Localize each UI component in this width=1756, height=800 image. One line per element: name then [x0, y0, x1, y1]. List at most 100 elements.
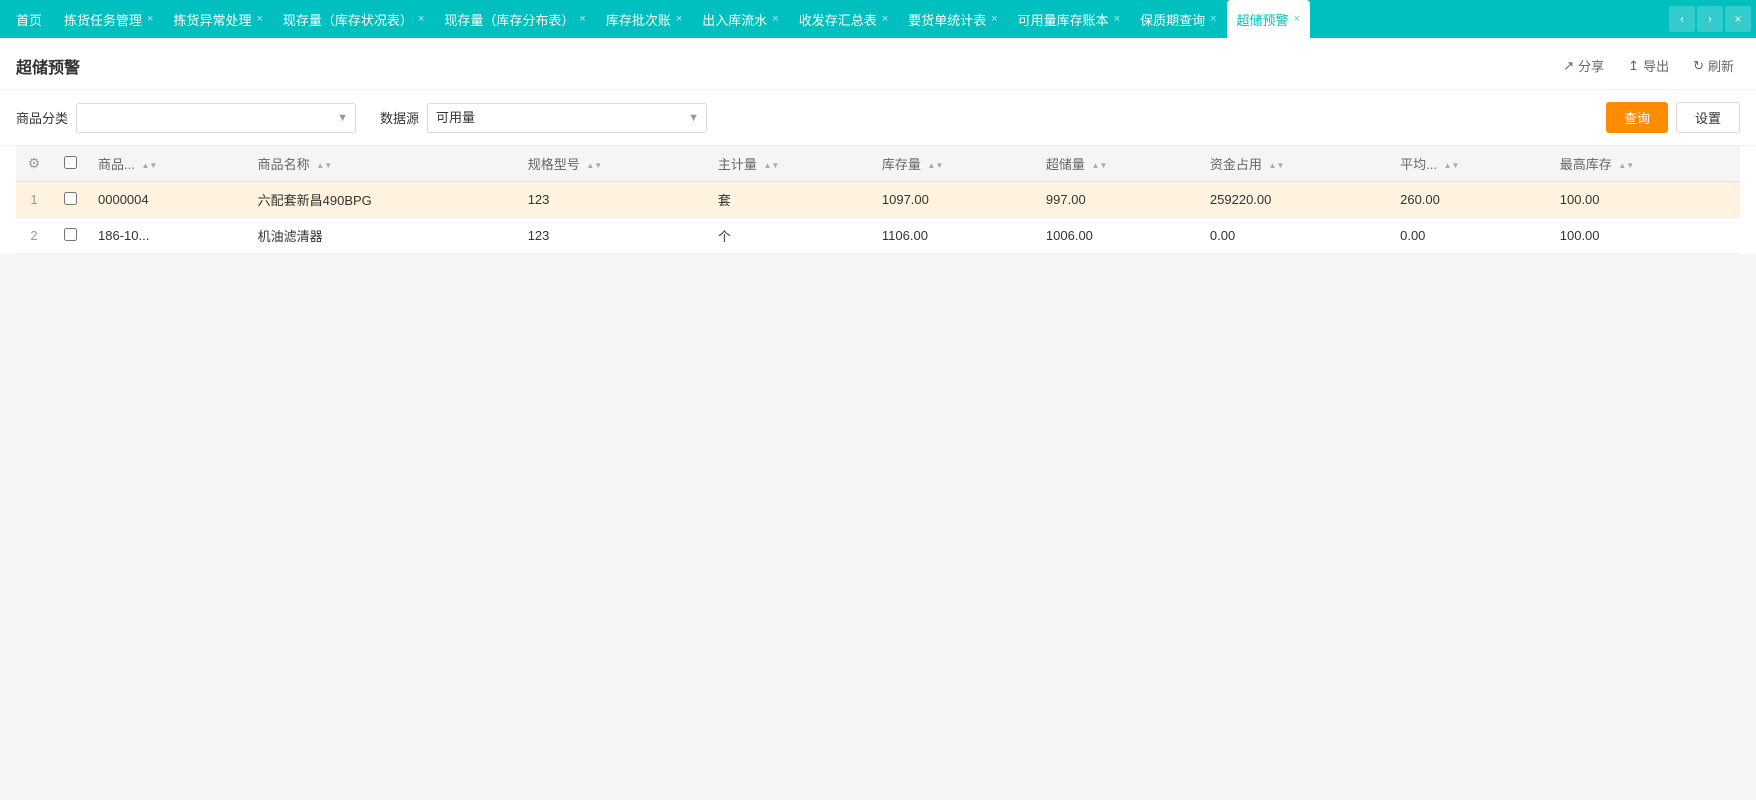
category-label: 商品分类: [16, 108, 68, 127]
cell-stock: 1097.00: [872, 182, 1036, 218]
category-filter-group: 商品分类 ▼: [16, 103, 356, 133]
page-content: 超储预警 ↗ 分享 ↥ 导出 ↻ 刷新 商品分类 ▼: [0, 38, 1756, 254]
col-spec-header[interactable]: 规格型号 ▲▼: [518, 146, 708, 182]
sort-icon: ▲▼: [1444, 162, 1460, 170]
tab-chaochu-active[interactable]: 超储预警 ×: [1227, 0, 1310, 38]
nav-next-btn[interactable]: ›: [1697, 6, 1723, 32]
col-checkbox-header: [52, 146, 88, 182]
row-number: 2: [16, 218, 52, 254]
query-button[interactable]: 查询: [1606, 102, 1668, 133]
row-checkbox-cell: [52, 218, 88, 254]
table-row: 1 0000004 六配套新昌490BPG 123 套 1097.00 997.…: [16, 182, 1740, 218]
refresh-button[interactable]: ↻ 刷新: [1687, 52, 1740, 79]
tab-xiancunliang2[interactable]: 现存量（库存分布表） ×: [434, 0, 595, 38]
sort-icon: ▲▼: [1618, 162, 1634, 170]
export-button[interactable]: ↥ 导出: [1622, 52, 1675, 79]
data-table: ⚙ 商品... ▲▼ 商品名称 ▲▼ 规格型号 ▲▼: [16, 146, 1740, 254]
cell-unit: 个: [708, 218, 872, 254]
cell-maxstock: 100.00: [1550, 218, 1740, 254]
filter-buttons: 查询 设置: [1606, 102, 1740, 133]
sort-icon: ▲▼: [764, 162, 780, 170]
tab-close-icon[interactable]: ×: [1210, 13, 1216, 25]
share-icon: ↗: [1563, 58, 1574, 74]
tab-jianhuoyichangchuli[interactable]: 拣货异常处理 ×: [163, 0, 272, 38]
tab-close-icon[interactable]: ×: [147, 13, 153, 25]
tab-baozhi[interactable]: 保质期查询 ×: [1130, 0, 1226, 38]
col-product-code-header[interactable]: 商品... ▲▼: [88, 146, 248, 182]
row-checkbox[interactable]: [64, 192, 77, 205]
nav-prev-btn[interactable]: ‹: [1669, 6, 1695, 32]
cell-spec: 123: [518, 218, 708, 254]
sort-icon: ▲▼: [316, 162, 332, 170]
col-avg-header[interactable]: 平均... ▲▼: [1390, 146, 1550, 182]
datasource-label: 数据源: [380, 108, 419, 127]
tab-close-icon[interactable]: ×: [1294, 13, 1300, 25]
cell-product-code: 186-10...: [88, 218, 248, 254]
nav-menu-btn[interactable]: ×: [1725, 6, 1751, 32]
cell-avg: 260.00: [1390, 182, 1550, 218]
tab-shofacunhuizongtable[interactable]: 收发存汇总表 ×: [789, 0, 898, 38]
select-all-checkbox[interactable]: [64, 156, 77, 169]
sort-icon: ▲▼: [1092, 162, 1108, 170]
datasource-filter-group: 数据源 可用量 库存量 ▼: [380, 103, 707, 133]
export-icon: ↥: [1628, 58, 1639, 74]
col-capital-header[interactable]: 资金占用 ▲▼: [1200, 146, 1390, 182]
page-title: 超储预警: [16, 54, 80, 78]
datasource-select-wrapper: 可用量 库存量 ▼: [427, 103, 707, 133]
datasource-select[interactable]: 可用量 库存量: [427, 103, 707, 133]
tab-xiancunliang1[interactable]: 现存量（库存状况表） ×: [273, 0, 434, 38]
top-navigation: 首页 拣货任务管理 × 拣货异常处理 × 现存量（库存状况表） × 现存量（库存…: [0, 0, 1756, 38]
cell-unit: 套: [708, 182, 872, 218]
col-unit-header[interactable]: 主计量 ▲▼: [708, 146, 872, 182]
cell-product-name: 机油滤清器: [248, 218, 518, 254]
cell-capital: 0.00: [1200, 218, 1390, 254]
page-header: 超储预警 ↗ 分享 ↥ 导出 ↻ 刷新: [0, 38, 1756, 90]
row-number: 1: [16, 182, 52, 218]
col-maxstock-header[interactable]: 最高库存 ▲▼: [1550, 146, 1740, 182]
col-overstock-header[interactable]: 超储量 ▲▼: [1036, 146, 1200, 182]
tab-close-icon[interactable]: ×: [1114, 13, 1120, 25]
table-header-row: ⚙ 商品... ▲▼ 商品名称 ▲▼ 规格型号 ▲▼: [16, 146, 1740, 182]
category-select-wrapper: ▼: [76, 103, 356, 133]
sort-icon: ▲▼: [1269, 162, 1285, 170]
sort-icon: ▲▼: [928, 162, 944, 170]
sort-icon: ▲▼: [586, 162, 602, 170]
tab-close-icon[interactable]: ×: [579, 13, 585, 25]
cell-avg: 0.00: [1390, 218, 1550, 254]
nav-arrows: ‹ › ×: [1668, 6, 1752, 32]
settings-icon[interactable]: ⚙: [28, 155, 41, 171]
table-row: 2 186-10... 机油滤清器 123 个 1106.00 1006.00 …: [16, 218, 1740, 254]
row-checkbox-cell: [52, 182, 88, 218]
tab-close-icon[interactable]: ×: [418, 13, 424, 25]
cell-spec: 123: [518, 182, 708, 218]
cell-product-name: 六配套新昌490BPG: [248, 182, 518, 218]
tab-close-icon[interactable]: ×: [991, 13, 997, 25]
cell-capital: 259220.00: [1200, 182, 1390, 218]
filter-bar: 商品分类 ▼ 数据源 可用量 库存量 ▼ 查询 设置: [0, 90, 1756, 146]
cell-product-code: 0000004: [88, 182, 248, 218]
tab-keyongliang[interactable]: 可用量库存账本 ×: [1008, 0, 1130, 38]
tab-kucunpicizhang[interactable]: 库存批次账 ×: [596, 0, 692, 38]
cell-overstock: 1006.00: [1036, 218, 1200, 254]
cell-overstock: 997.00: [1036, 182, 1200, 218]
cell-maxstock: 100.00: [1550, 182, 1740, 218]
home-nav-item[interactable]: 首页: [4, 0, 54, 38]
tab-close-icon[interactable]: ×: [676, 13, 682, 25]
cell-stock: 1106.00: [872, 218, 1036, 254]
header-actions: ↗ 分享 ↥ 导出 ↻ 刷新: [1557, 52, 1740, 79]
tab-churukuliushui[interactable]: 出入库流水 ×: [692, 0, 788, 38]
share-button[interactable]: ↗ 分享: [1557, 52, 1610, 79]
tab-close-icon[interactable]: ×: [772, 13, 778, 25]
settings-button[interactable]: 设置: [1676, 102, 1740, 133]
col-settings: ⚙: [16, 146, 52, 182]
tab-yaohuo[interactable]: 要货单统计表 ×: [898, 0, 1007, 38]
category-select[interactable]: [76, 103, 356, 133]
sort-icon: ▲▼: [141, 162, 157, 170]
tab-close-icon[interactable]: ×: [256, 13, 262, 25]
col-product-name-header[interactable]: 商品名称 ▲▼: [248, 146, 518, 182]
tab-jianhuorenwuguanli[interactable]: 拣货任务管理 ×: [54, 0, 163, 38]
row-checkbox[interactable]: [64, 228, 77, 241]
table-container: ⚙ 商品... ▲▼ 商品名称 ▲▼ 规格型号 ▲▼: [0, 146, 1756, 254]
tab-close-icon[interactable]: ×: [882, 13, 888, 25]
col-stock-header[interactable]: 库存量 ▲▼: [872, 146, 1036, 182]
